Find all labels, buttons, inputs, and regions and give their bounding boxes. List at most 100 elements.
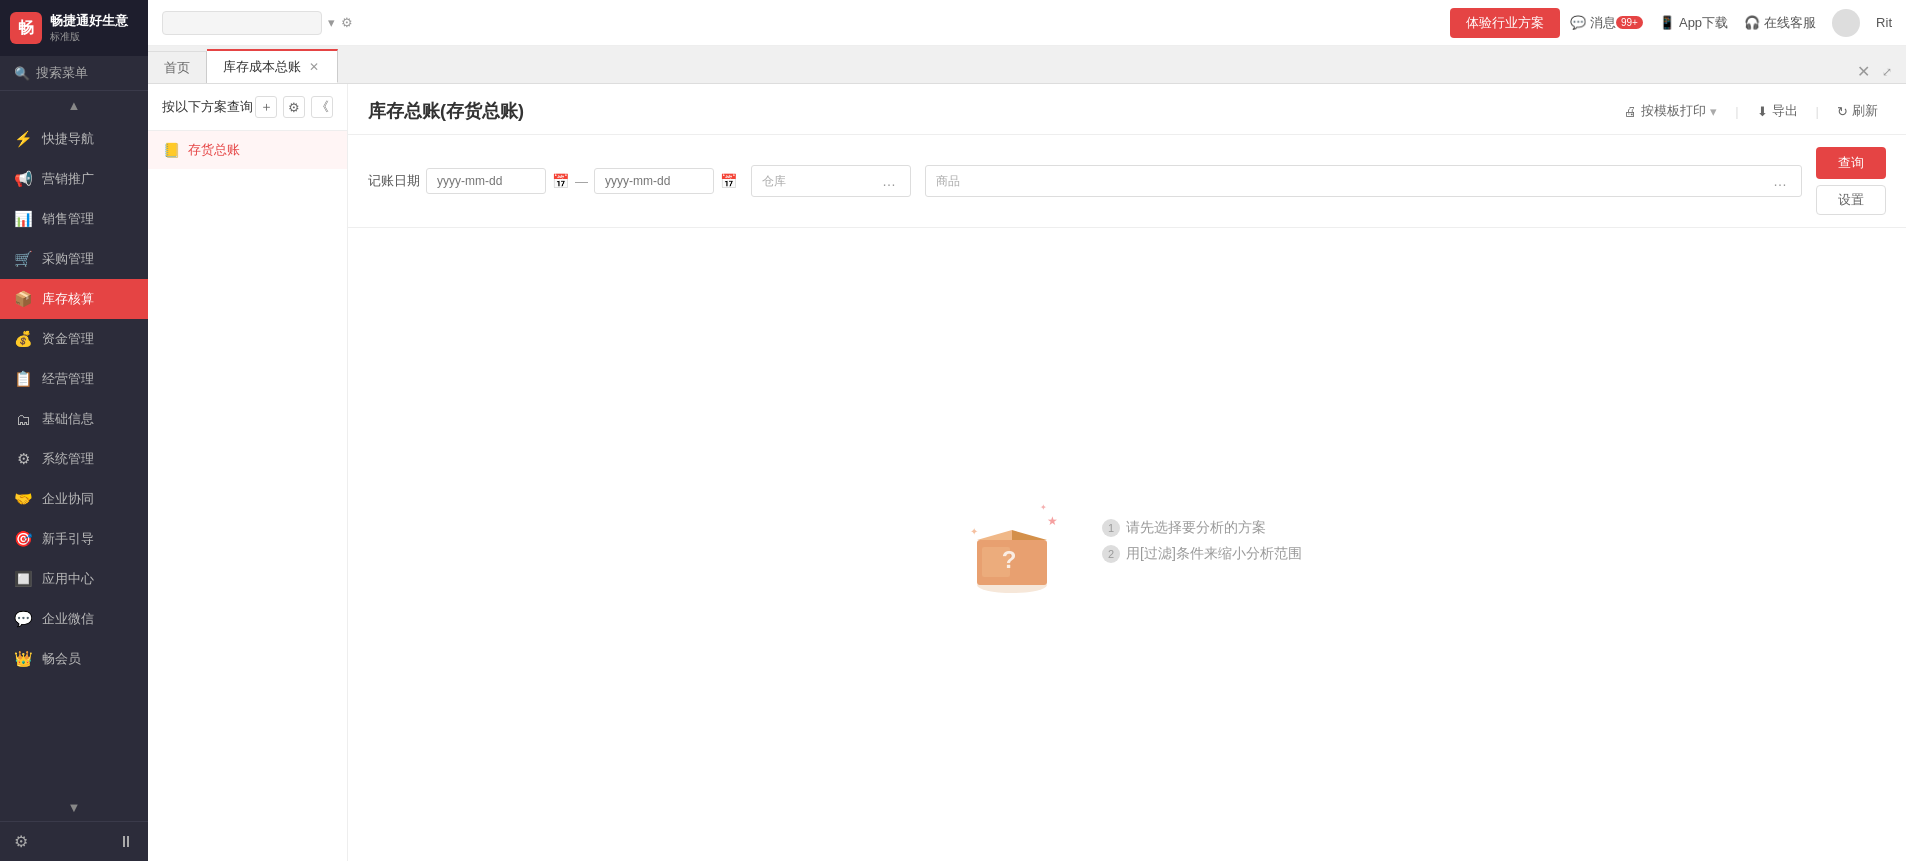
sidebar-item-finance[interactable]: 💰 资金管理 bbox=[0, 319, 148, 359]
svg-text:✦: ✦ bbox=[1040, 503, 1047, 512]
nav-label-purchase: 采购管理 bbox=[42, 250, 94, 268]
message-btn[interactable]: 💬 消息 99+ bbox=[1570, 14, 1643, 32]
logo-icon: 畅 bbox=[10, 12, 42, 44]
print-label: 按模板打印 bbox=[1641, 102, 1706, 120]
user-name[interactable]: Rit bbox=[1876, 15, 1892, 30]
breadcrumb: ▾ ⚙ bbox=[162, 11, 1440, 35]
nav-label-basic: 基础信息 bbox=[42, 410, 94, 428]
collapse-icon[interactable]: ⏸ bbox=[118, 833, 134, 851]
sidebar-item-marketing[interactable]: 📢 营销推广 bbox=[0, 159, 148, 199]
filter-add-btn[interactable]: ＋ bbox=[255, 96, 277, 118]
sidebar-item-purchase[interactable]: 🛒 采购管理 bbox=[0, 239, 148, 279]
product-input[interactable]: 商品 … bbox=[925, 165, 1802, 197]
panel-close-btn[interactable]: ✕ bbox=[1851, 60, 1876, 83]
sidebar-item-cooperation[interactable]: 🤝 企业协同 bbox=[0, 479, 148, 519]
product-more-icon[interactable]: … bbox=[1769, 171, 1791, 191]
tab-inventory-cost[interactable]: 库存成本总账 ✕ bbox=[207, 49, 338, 83]
nav-icon-apps: 🔲 bbox=[14, 570, 32, 588]
nav-label-quick-nav: 快捷导航 bbox=[42, 130, 94, 148]
date-start-input[interactable] bbox=[426, 168, 546, 194]
main-content: 库存总账(存货总账) 🖨 按模板打印 ▾ | ⬇ 导出 | ↻ bbox=[348, 84, 1906, 861]
industry-btn[interactable]: 体验行业方案 bbox=[1450, 8, 1560, 38]
filter-item-icon: 📒 bbox=[162, 141, 180, 159]
nav-icon-system: ⚙ bbox=[14, 450, 32, 468]
calendar-start-icon[interactable]: 📅 bbox=[552, 173, 569, 189]
tab-bar: 首页 库存成本总账 ✕ ✕ ⤢ bbox=[148, 46, 1906, 84]
nav-label-cooperation: 企业协同 bbox=[42, 490, 94, 508]
panel-expand-btn[interactable]: ⤢ bbox=[1876, 63, 1898, 81]
search-btn[interactable]: 查询 bbox=[1816, 147, 1886, 179]
print-icon: 🖨 bbox=[1624, 104, 1637, 119]
nav-icon-sales: 📊 bbox=[14, 210, 32, 228]
date-separator: — bbox=[575, 174, 588, 189]
online-support-btn[interactable]: 🎧 在线客服 bbox=[1744, 14, 1816, 32]
settings-icon[interactable]: ⚙ bbox=[341, 15, 353, 30]
warehouse-input[interactable]: 仓库 … bbox=[751, 165, 911, 197]
sidebar-footer: ⚙ ⏸ bbox=[0, 821, 148, 861]
refresh-btn[interactable]: ↻ 刷新 bbox=[1829, 98, 1886, 124]
date-end-input[interactable] bbox=[594, 168, 714, 194]
content-area: 按以下方案查询 ＋ ⚙ 《 📒 存货总账 库存总账(存货总账) bbox=[148, 84, 1906, 861]
empty-illustration: ? ★ ✦ ✦ bbox=[952, 485, 1072, 605]
nav-icon-finance: 💰 bbox=[14, 330, 32, 348]
breadcrumb-dropdown-icon[interactable]: ▾ bbox=[328, 15, 335, 30]
sidebar-search[interactable]: 🔍 搜索菜单 bbox=[0, 56, 148, 91]
nav-label-wechat: 企业微信 bbox=[42, 610, 94, 628]
nav-icon-marketing: 📢 bbox=[14, 170, 32, 188]
user-avatar[interactable] bbox=[1832, 9, 1860, 37]
app-download-btn[interactable]: 📱 App下载 bbox=[1659, 14, 1728, 32]
sidebar-item-business[interactable]: 📋 经营管理 bbox=[0, 359, 148, 399]
sidebar-scroll-up[interactable]: ▲ bbox=[0, 91, 148, 119]
svg-text:?: ? bbox=[1002, 546, 1017, 573]
filter-settings-btn[interactable]: ⚙ bbox=[283, 96, 305, 118]
date-label: 记账日期 bbox=[368, 172, 420, 190]
nav-label-marketing: 营销推广 bbox=[42, 170, 94, 188]
settings-icon[interactable]: ⚙ bbox=[14, 832, 28, 851]
date-field: 记账日期 📅 — 📅 bbox=[368, 168, 737, 194]
print-dropdown-icon[interactable]: ▾ bbox=[1710, 104, 1717, 119]
sidebar-item-basic[interactable]: 🗂 基础信息 bbox=[0, 399, 148, 439]
sidebar-nav: ⚡ 快捷导航 📢 营销推广 📊 销售管理 🛒 采购管理 📦 库存核算 💰 资金管… bbox=[0, 119, 148, 793]
filter-item-label: 存货总账 bbox=[188, 141, 240, 159]
nav-icon-inventory: 📦 bbox=[14, 290, 32, 308]
online-support-label: 在线客服 bbox=[1764, 14, 1816, 32]
export-btn[interactable]: ⬇ 导出 bbox=[1749, 98, 1806, 124]
sidebar-item-sales[interactable]: 📊 销售管理 bbox=[0, 199, 148, 239]
sidebar-item-system[interactable]: ⚙ 系统管理 bbox=[0, 439, 148, 479]
tab-close-icon[interactable]: ✕ bbox=[307, 60, 321, 74]
settings-btn[interactable]: 设置 bbox=[1816, 185, 1886, 215]
warehouse-more-icon[interactable]: … bbox=[878, 171, 900, 191]
nav-label-vip: 畅会员 bbox=[42, 650, 81, 668]
nav-icon-wechat: 💬 bbox=[14, 610, 32, 628]
filter-collapse-btn[interactable]: 《 bbox=[311, 96, 333, 118]
refresh-label: 刷新 bbox=[1852, 102, 1878, 120]
filter-header: 按以下方案查询 ＋ ⚙ 《 bbox=[148, 84, 347, 131]
tab-home[interactable]: 首页 bbox=[148, 51, 207, 83]
search-icon: 🔍 bbox=[14, 66, 30, 81]
search-actions: 查询 设置 bbox=[1816, 147, 1886, 215]
nav-icon-business: 📋 bbox=[14, 370, 32, 388]
sidebar-search-label: 搜索菜单 bbox=[36, 64, 88, 82]
app-download-label: App下载 bbox=[1679, 14, 1728, 32]
print-btn[interactable]: 🖨 按模板打印 ▾ bbox=[1616, 98, 1725, 124]
message-badge: 99+ bbox=[1616, 16, 1643, 29]
export-label: 导出 bbox=[1772, 102, 1798, 120]
sidebar-item-quick-nav[interactable]: ⚡ 快捷导航 bbox=[0, 119, 148, 159]
sidebar-scroll-down[interactable]: ▼ bbox=[0, 793, 148, 821]
headset-icon: 🎧 bbox=[1744, 15, 1760, 30]
breadcrumb-input[interactable] bbox=[162, 11, 322, 35]
calendar-end-icon[interactable]: 📅 bbox=[720, 173, 737, 189]
nav-label-inventory: 库存核算 bbox=[42, 290, 94, 308]
filter-item-inventory[interactable]: 📒 存货总账 bbox=[148, 131, 347, 169]
sidebar-item-wechat[interactable]: 💬 企业微信 bbox=[0, 599, 148, 639]
nav-icon-vip: 👑 bbox=[14, 650, 32, 668]
nav-label-business: 经营管理 bbox=[42, 370, 94, 388]
nav-label-guide: 新手引导 bbox=[42, 530, 94, 548]
sidebar-item-apps[interactable]: 🔲 应用中心 bbox=[0, 559, 148, 599]
tab-home-label: 首页 bbox=[164, 59, 190, 77]
sidebar-item-vip[interactable]: 👑 畅会员 bbox=[0, 639, 148, 679]
sidebar-item-inventory[interactable]: 📦 库存核算 bbox=[0, 279, 148, 319]
sidebar-item-guide[interactable]: 🎯 新手引导 bbox=[0, 519, 148, 559]
logo-main: 畅捷通好生意 bbox=[50, 12, 128, 30]
warehouse-field: 仓库 … bbox=[751, 165, 911, 197]
